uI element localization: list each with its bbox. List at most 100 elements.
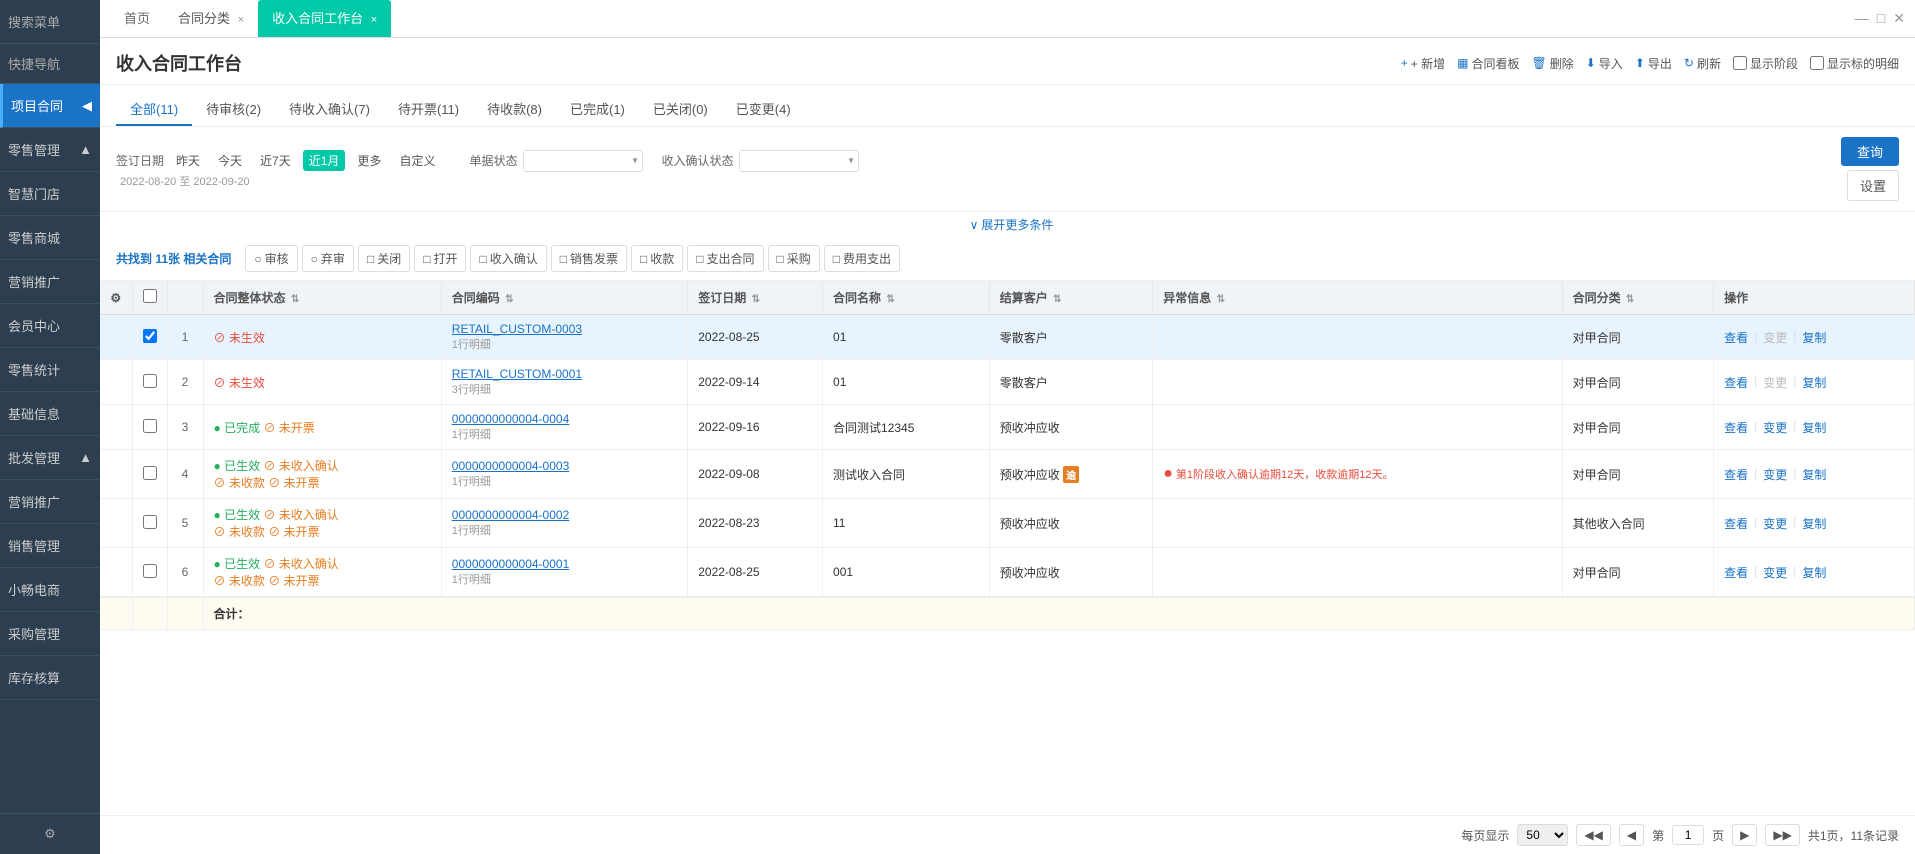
date-btn-yesterday[interactable]: 昨天: [170, 150, 206, 171]
new-button[interactable]: + + 新增: [1401, 55, 1445, 72]
contract-code-link[interactable]: 0000000000004-0001: [452, 557, 569, 571]
sidebar-search[interactable]: 搜索菜单: [0, 0, 100, 44]
view-action-link[interactable]: 查看: [1724, 515, 1748, 532]
copy-action-link[interactable]: 复制: [1802, 329, 1826, 346]
import-button[interactable]: ⬇ 导入: [1586, 55, 1623, 72]
sidebar-item-inventory[interactable]: 库存核算: [0, 656, 100, 700]
tab-all[interactable]: 全部(11): [116, 93, 192, 126]
contract-code-column-header[interactable]: 合同编码 ⇅: [441, 281, 687, 315]
first-page-button[interactable]: ◀◀: [1576, 824, 1610, 846]
tab-changed[interactable]: 已变更(4): [722, 93, 805, 126]
sign-date-column-header[interactable]: 签订日期 ⇅: [688, 281, 823, 315]
row-4-checkbox[interactable]: [143, 466, 157, 480]
review-button[interactable]: ○ 审核: [245, 245, 297, 272]
tab-pending-payment[interactable]: 待收款(8): [473, 93, 556, 126]
contract-code-link[interactable]: 0000000000004-0002: [452, 508, 569, 522]
view-action-link[interactable]: 查看: [1724, 419, 1748, 436]
expand-conditions-button[interactable]: ∨ 展开更多条件: [970, 216, 1054, 233]
abandon-review-button[interactable]: ○ 弃审: [302, 245, 354, 272]
sidebar-item-basic-info[interactable]: 基础信息: [0, 392, 100, 436]
contract-code-link[interactable]: RETAIL_CUSTOM-0003: [452, 322, 582, 336]
next-page-button[interactable]: ▶: [1732, 824, 1757, 846]
contract-type-column-header[interactable]: 合同分类 ⇅: [1562, 281, 1714, 315]
sidebar-item-retail-mall[interactable]: 零售商城: [0, 216, 100, 260]
page-number-input[interactable]: [1672, 825, 1704, 845]
copy-action-link[interactable]: 复制: [1802, 515, 1826, 532]
sidebar-item-member[interactable]: 会员中心: [0, 304, 100, 348]
tab-pending-invoice[interactable]: 待开票(11): [384, 93, 473, 126]
tab-closed[interactable]: 已关闭(0): [639, 93, 722, 126]
contract-name-column-header[interactable]: 合同名称 ⇅: [823, 281, 990, 315]
copy-action-link[interactable]: 复制: [1802, 466, 1826, 483]
sidebar-item-project[interactable]: 项目合同 ◀: [0, 84, 100, 128]
prev-page-button[interactable]: ◀: [1619, 824, 1644, 846]
contract-status-column-header[interactable]: 合同整体状态 ⇅: [203, 281, 441, 315]
income-confirm-button[interactable]: □ 收入确认: [470, 245, 546, 272]
tab-income-contract-close-icon[interactable]: ×: [371, 14, 377, 26]
row-1-checkbox[interactable]: [143, 329, 157, 343]
row-5-checkbox[interactable]: [143, 515, 157, 529]
view-action-link[interactable]: 查看: [1724, 564, 1748, 581]
income-confirm-status-select[interactable]: [739, 150, 859, 172]
close-contract-button[interactable]: □ 关闭: [358, 245, 410, 272]
show-detail-checkbox[interactable]: [1810, 56, 1824, 70]
sidebar-item-marketing[interactable]: 营销推广: [0, 260, 100, 304]
page-size-select[interactable]: 50 10 20 100: [1517, 824, 1568, 846]
row-6-checkbox[interactable]: [143, 564, 157, 578]
tab-pending-income-confirm[interactable]: 待收入确认(7): [275, 93, 384, 126]
print-button[interactable]: □ 打开: [414, 245, 466, 272]
view-action-link[interactable]: 查看: [1724, 466, 1748, 483]
sidebar-item-marketing2[interactable]: 营销推广: [0, 480, 100, 524]
tab-completed[interactable]: 已完成(1): [556, 93, 639, 126]
change-action-link[interactable]: 变更: [1763, 466, 1787, 483]
date-btn-custom[interactable]: 自定义: [393, 150, 441, 171]
contract-code-link[interactable]: 0000000000004-0004: [452, 412, 569, 426]
tab-home[interactable]: 首页: [110, 0, 164, 37]
show-segment-checkbox[interactable]: [1733, 56, 1747, 70]
customer-column-header[interactable]: 结算客户 ⇅: [989, 281, 1152, 315]
change-action-link[interactable]: 变更: [1763, 515, 1787, 532]
close-button[interactable]: ✕: [1893, 10, 1905, 27]
query-button[interactable]: 查询: [1841, 137, 1899, 166]
sidebar-item-retail-mgmt[interactable]: 零售管理 ▲: [0, 128, 100, 172]
view-action-link[interactable]: 查看: [1724, 374, 1748, 391]
view-action-link[interactable]: 查看: [1724, 329, 1748, 346]
date-btn-7days[interactable]: 近7天: [254, 150, 297, 171]
document-status-select[interactable]: [523, 150, 643, 172]
sidebar-item-purchase-mgmt[interactable]: 采购管理: [0, 612, 100, 656]
contract-code-link[interactable]: 0000000000004-0003: [452, 459, 569, 473]
sidebar-item-xiaochang[interactable]: 小畅电商: [0, 568, 100, 612]
change-action-link[interactable]: 变更: [1763, 419, 1787, 436]
change-action-link[interactable]: 变更: [1763, 564, 1787, 581]
copy-action-link[interactable]: 复制: [1802, 419, 1826, 436]
date-btn-1month[interactable]: 近1月: [303, 150, 346, 171]
setting-button[interactable]: 设置: [1847, 170, 1899, 201]
row-2-checkbox[interactable]: [143, 374, 157, 388]
minimize-button[interactable]: —: [1855, 10, 1869, 27]
sidebar-item-sales-mgmt[interactable]: 销售管理: [0, 524, 100, 568]
sales-invoice-button[interactable]: □ 销售发票: [551, 245, 627, 272]
copy-action-link[interactable]: 复制: [1802, 374, 1826, 391]
tab-income-contract[interactable]: 收入合同工作台 ×: [258, 0, 391, 37]
sidebar-quick-nav[interactable]: 快捷导航: [0, 44, 100, 84]
contract-code-link[interactable]: RETAIL_CUSTOM-0001: [452, 367, 582, 381]
sidebar-item-retail-stats[interactable]: 零售统计: [0, 348, 100, 392]
settings-gear-icon[interactable]: ⚙: [0, 813, 100, 854]
sidebar-item-wholesale-mgmt[interactable]: 批发管理 ▲: [0, 436, 100, 480]
contract-board-button[interactable]: ▦ 合同看板: [1457, 55, 1519, 72]
column-settings-icon[interactable]: ⚙: [110, 291, 121, 305]
refresh-button[interactable]: ↻ 刷新: [1684, 55, 1721, 72]
collect-button[interactable]: □ 收款: [631, 245, 683, 272]
date-btn-today[interactable]: 今天: [212, 150, 248, 171]
tab-pending-review[interactable]: 待审核(2): [192, 93, 275, 126]
maximize-button[interactable]: □: [1877, 10, 1885, 27]
delete-button[interactable]: 🗑 删除: [1531, 55, 1573, 72]
date-btn-more[interactable]: 更多: [351, 150, 387, 171]
last-page-button[interactable]: ▶▶: [1765, 824, 1799, 846]
tab-contract-category[interactable]: 合同分类 ×: [164, 0, 258, 37]
error-info-column-header[interactable]: 异常信息 ⇅: [1153, 281, 1562, 315]
row-3-checkbox[interactable]: [143, 419, 157, 433]
sidebar-item-smart-store[interactable]: 智慧门店: [0, 172, 100, 216]
export-button[interactable]: ⬆ 导出: [1635, 55, 1672, 72]
expense-contract-button[interactable]: □ 支出合同: [687, 245, 763, 272]
